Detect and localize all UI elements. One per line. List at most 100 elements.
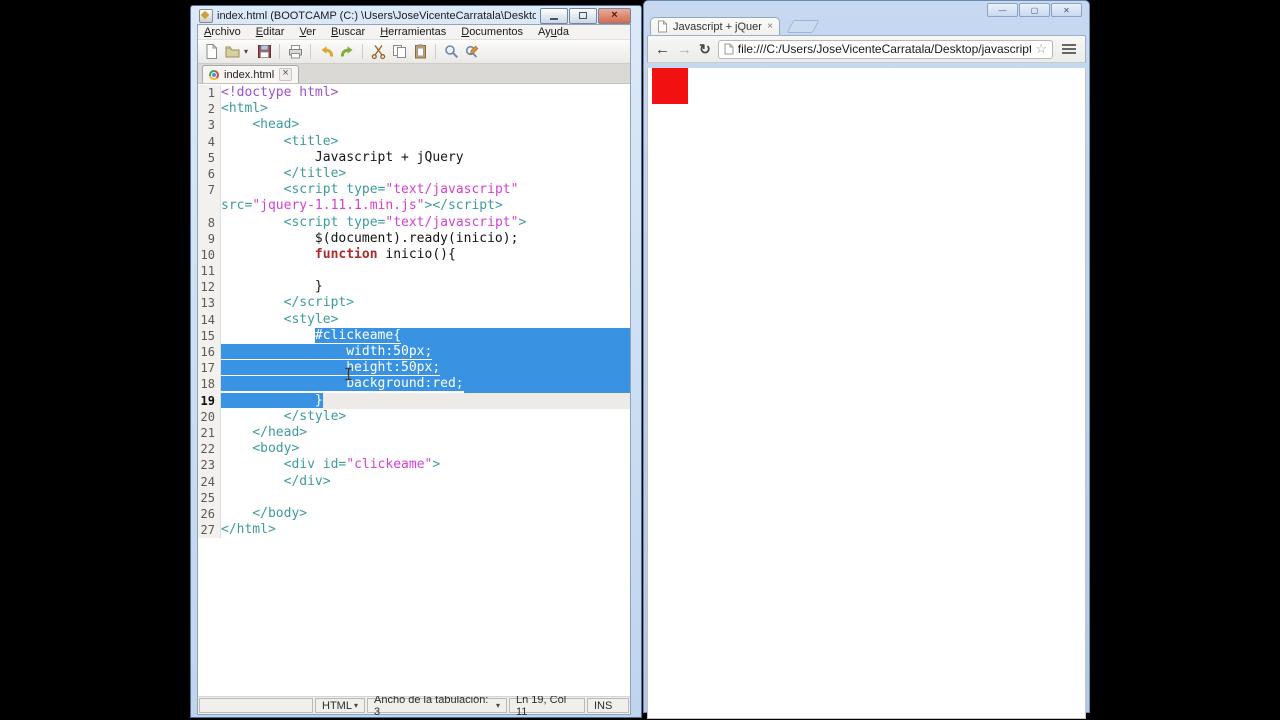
code-line[interactable]: 15 #clickeame{ [198, 327, 630, 344]
menu-item-archivo[interactable]: Archivo [204, 26, 241, 38]
code-line[interactable]: 6 </title> [198, 165, 630, 183]
gedit-client-area: Archivo Editar Ver Buscar Herramientas Docume… [197, 24, 631, 718]
tab-label: index.html [224, 68, 275, 81]
back-button[interactable]: ← [655, 42, 670, 57]
gedit-app-icon [199, 8, 213, 23]
toolbar-separator [362, 44, 363, 59]
tab-close-icon[interactable]: × [279, 68, 293, 81]
menu-item-buscar[interactable]: Buscar [331, 26, 365, 38]
browser-window: — ▢ ✕ Javascript + jQuery × ← → ↻ file:/… [643, 0, 1090, 719]
browser-tabstrip: Javascript + jQuery × [647, 17, 1086, 35]
code-line[interactable]: 25 [198, 489, 630, 506]
maximize-button[interactable] [569, 7, 597, 24]
menu-item-herramientas[interactable]: Herramientas [380, 26, 446, 38]
code-line[interactable]: 10 function inicio(){ [198, 246, 630, 264]
search-icon[interactable] [442, 43, 460, 61]
save-icon[interactable] [255, 43, 273, 61]
toolbar-separator [310, 44, 311, 59]
maximize-button[interactable]: ▢ [1019, 3, 1050, 17]
browser-window-controls: — ▢ ✕ [647, 1, 1086, 17]
forward-button[interactable]: → [677, 42, 692, 57]
minimize-button[interactable] [540, 7, 568, 24]
code-line[interactable]: 9 $(document).ready(inicio); [198, 230, 630, 247]
code-line[interactable]: 4 <title> [198, 133, 630, 150]
close-button[interactable]: ✕ [1051, 3, 1082, 17]
copy-icon[interactable] [390, 43, 408, 61]
language-selector[interactable]: HTML ▾ [315, 698, 365, 713]
new-document-icon[interactable] [202, 43, 220, 61]
toolbar-separator [279, 44, 280, 59]
url-text: file:///C:/Users/JoseVicenteCarratala/De… [737, 42, 1032, 56]
bookmark-star-icon[interactable]: ☆ [1035, 41, 1047, 57]
tab-width-label: Ancho de la tabulación: 3 [374, 693, 489, 718]
code-line[interactable]: 18 background:red; [198, 376, 630, 393]
code-line[interactable]: 5 Javascript + jQuery [198, 149, 630, 166]
code-line[interactable]: 20 </style> [198, 408, 630, 425]
gedit-titlebar[interactable]: index.html (BOOTCAMP (C:) \Users\JoseVic… [197, 6, 631, 24]
tab-close-icon[interactable]: × [767, 21, 773, 32]
chevron-down-icon: ▾ [353, 701, 358, 710]
browser-tab[interactable]: Javascript + jQuery × [650, 17, 780, 35]
editor-tab-index-html[interactable]: index.html × [202, 65, 300, 83]
cursor-position-label: Ln 19, Col 11 [509, 694, 585, 718]
open-folder-icon[interactable] [223, 43, 241, 61]
statusbar-message-area [199, 698, 313, 713]
code-line[interactable]: src="jquery-1.11.1.min.js"></script> [198, 198, 630, 215]
gedit-statusbar: HTML ▾ Ancho de la tabulación: 3 ▾ Ln 19… [198, 694, 630, 718]
minimize-button[interactable]: — [987, 3, 1018, 17]
code-line[interactable]: 12 } [198, 279, 630, 296]
code-line[interactable]: 17 height:50px; [198, 360, 630, 377]
search-replace-icon[interactable] [463, 43, 481, 61]
tab-width-selector[interactable]: Ancho de la tabulación: 3 ▾ [367, 694, 507, 718]
code-line[interactable]: 7 <script type="text/javascript" [198, 182, 630, 199]
menu-item-ver[interactable]: Ver [299, 26, 316, 38]
code-line[interactable]: 13 </script> [198, 295, 630, 312]
cut-icon[interactable] [369, 43, 387, 61]
code-line[interactable]: 24 </div> [198, 473, 630, 490]
page-favicon [658, 20, 667, 33]
gedit-menubar: Archivo Editar Ver Buscar Herramientas Docume… [198, 25, 630, 40]
reload-button[interactable]: ↻ [699, 41, 711, 58]
code-editor[interactable]: 1 <!doctype html> 2 <html> 3 <head> 4 <title>… [198, 84, 630, 696]
menu-item-ayuda[interactable]: Ayuda [538, 26, 569, 38]
redo-icon[interactable] [338, 43, 356, 61]
new-tab-button[interactable] [786, 20, 820, 33]
undo-icon[interactable] [317, 43, 335, 61]
browser-viewport [647, 68, 1086, 719]
toolbar-separator [435, 44, 436, 59]
insert-mode-label: INS [587, 698, 629, 713]
code-line[interactable]: 11 [198, 263, 630, 280]
code-line[interactable]: 16 width:50px; [198, 344, 630, 361]
code-line[interactable]: 14 <style> [198, 311, 630, 328]
code-line[interactable]: 22 <body> [198, 441, 630, 458]
language-label: HTML [322, 699, 352, 712]
code-line[interactable]: 23 <div id="clickeame"> [198, 457, 630, 474]
red-square[interactable] [652, 68, 688, 104]
maximize-icon [579, 12, 587, 19]
close-button[interactable]: × [598, 7, 631, 24]
menu-item-editar[interactable]: Editar [256, 26, 285, 38]
code-line[interactable]: 27 </html> [198, 522, 630, 539]
browser-toolbar: ← → ↻ file:///C:/Users/JoseVicenteCarrat… [647, 35, 1086, 63]
code-line[interactable]: 8 <script type="text/javascript"> [198, 214, 630, 231]
gedit-window-title: index.html (BOOTCAMP (C:) \Users\JoseVic… [217, 9, 536, 22]
gedit-toolbar: ▾ [198, 40, 630, 64]
code-line[interactable]: 3 <head> [198, 117, 630, 134]
menu-item-documentos[interactable]: Documentos [461, 26, 523, 38]
code-lines: 1 <!doctype html> 2 <html> 3 <head> 4 <title>… [198, 85, 630, 539]
open-dropdown-arrow[interactable]: ▾ [244, 47, 252, 56]
browser-tab-title: Javascript + jQuery [673, 20, 763, 33]
code-line[interactable]: 26 </body> [198, 505, 630, 523]
browser-menu-button[interactable] [1060, 42, 1078, 56]
code-line[interactable]: 21 </head> [198, 424, 630, 442]
code-line[interactable]: 2 <html> [198, 101, 630, 118]
mouse-ibeam-cursor [345, 367, 352, 381]
paste-icon[interactable] [411, 43, 429, 61]
code-line[interactable]: 1 <!doctype html> [198, 85, 630, 102]
chevron-down-icon: ▾ [495, 701, 500, 710]
print-icon[interactable] [286, 43, 304, 61]
address-bar[interactable]: file:///C:/Users/JoseVicenteCarratala/De… [717, 39, 1053, 59]
page-icon [724, 43, 734, 55]
minimize-icon [550, 17, 558, 20]
code-line[interactable]: 19 } [198, 392, 630, 409]
